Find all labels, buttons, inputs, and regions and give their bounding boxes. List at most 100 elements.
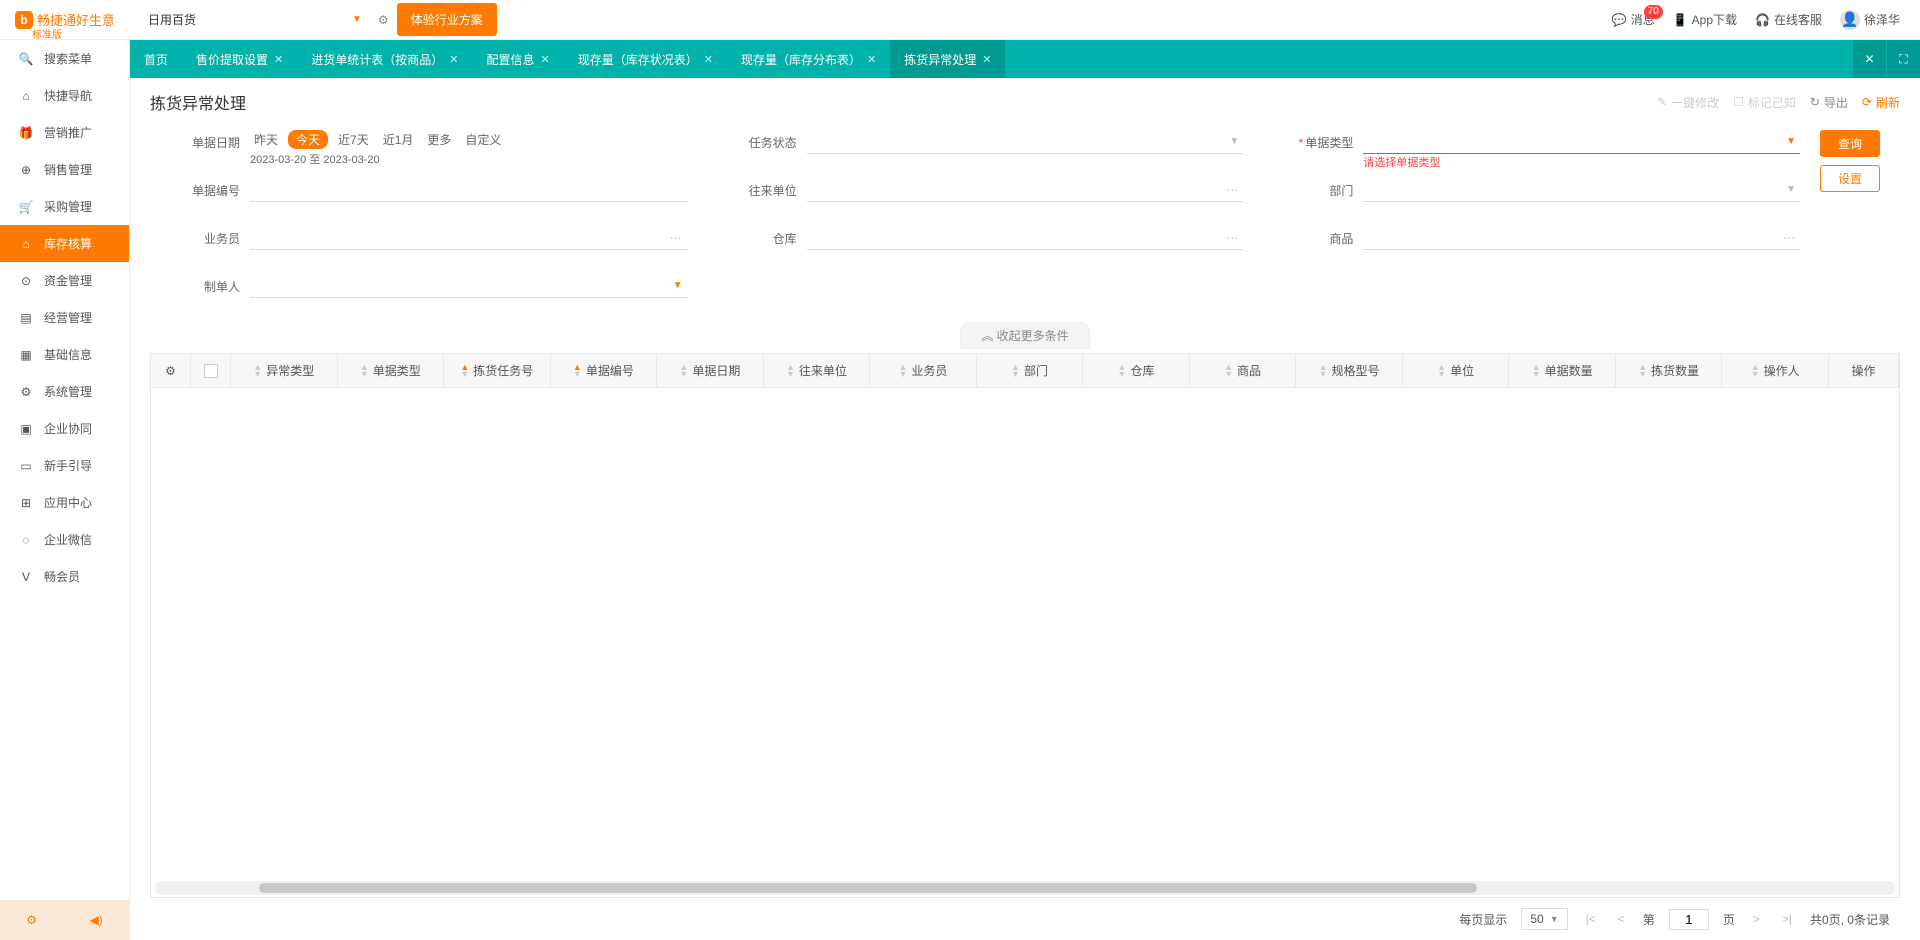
table-column-header[interactable]: 操作 bbox=[1829, 354, 1899, 387]
table-column-header[interactable]: ▲▼往来单位 bbox=[764, 354, 871, 387]
tab[interactable]: 配置信息✕ bbox=[472, 40, 563, 78]
scrollbar-thumb[interactable] bbox=[259, 883, 1477, 893]
refresh-action[interactable]: ⟳ 刷新 bbox=[1862, 94, 1900, 111]
collapse-sidebar-icon[interactable]: ◀) bbox=[90, 913, 103, 927]
filter-task-status: 任务状态 ▼ bbox=[727, 130, 1244, 170]
sidebar-item[interactable]: ⊙资金管理 bbox=[0, 262, 129, 299]
table-column-header[interactable]: ▲▼单据日期 bbox=[657, 354, 764, 387]
app-download-button[interactable]: 📱 App下载 bbox=[1673, 11, 1737, 28]
headset-icon: 🎧 bbox=[1755, 13, 1770, 27]
tabs-fullscreen[interactable]: ⛶ bbox=[1886, 40, 1920, 78]
task-status-input[interactable]: ▼ bbox=[807, 130, 1244, 154]
table-column-header[interactable]: ▲▼单位 bbox=[1403, 354, 1510, 387]
horizontal-scrollbar[interactable] bbox=[155, 881, 1895, 895]
bill-type-input[interactable]: ▼ 请选择单据类型 bbox=[1363, 130, 1800, 154]
user-menu[interactable]: 👤 徐泽华 bbox=[1840, 10, 1900, 30]
partner-input[interactable]: ⋯ bbox=[807, 178, 1244, 202]
prev-page-button[interactable]: < bbox=[1614, 912, 1629, 926]
edit-icon: ✎ bbox=[1657, 95, 1667, 109]
query-button[interactable]: 查询 bbox=[1820, 130, 1880, 157]
table-column-header[interactable]: ▲▼仓库 bbox=[1083, 354, 1190, 387]
tab[interactable]: 进货单统计表（按商品）✕ bbox=[297, 40, 472, 78]
select-all-column[interactable] bbox=[191, 354, 231, 387]
close-icon[interactable]: ✕ bbox=[449, 53, 458, 66]
sidebar-item-label: 快捷导航 bbox=[44, 87, 92, 104]
collapse-filters-button[interactable]: ︽ 收起更多条件 bbox=[960, 322, 1089, 349]
date-chip[interactable]: 近1月 bbox=[379, 130, 418, 149]
page-input[interactable] bbox=[1669, 909, 1709, 930]
batch-edit-action[interactable]: ✎ 一键修改 bbox=[1657, 94, 1719, 111]
export-action[interactable]: ↻ 导出 bbox=[1810, 94, 1848, 111]
date-chip[interactable]: 近7天 bbox=[334, 130, 373, 149]
tab[interactable]: 售价提取设置 ✕ bbox=[182, 40, 297, 78]
table-column-header[interactable]: ▲▼商品 bbox=[1190, 354, 1297, 387]
tabs-bar: 首页售价提取设置✕进货单统计表（按商品）✕配置信息✕现存量（库存状况表）✕现存量… bbox=[130, 40, 1920, 78]
date-chip[interactable]: 昨天 bbox=[250, 130, 282, 149]
bill-type-error: 请选择单据类型 bbox=[1363, 154, 1440, 170]
sidebar-item[interactable]: ⚙系统管理 bbox=[0, 373, 129, 410]
tab[interactable]: 现存量（库存分布表）✕ bbox=[727, 40, 890, 78]
goods-input[interactable]: ⋯ bbox=[1363, 226, 1800, 250]
salesman-input[interactable]: ⋯ bbox=[250, 226, 687, 250]
mark-read-action[interactable]: ☐ 标记已知 bbox=[1733, 94, 1796, 111]
tab[interactable]: 拣货异常处理✕ bbox=[890, 40, 1005, 78]
table-column-header[interactable]: ▲▼异常类型 bbox=[231, 354, 338, 387]
tenant-selector[interactable]: 日用百货 ▼ bbox=[140, 7, 370, 32]
close-icon[interactable]: ✕ bbox=[541, 53, 550, 66]
sidebar-item[interactable]: 🎁营销推广 bbox=[0, 114, 129, 151]
dept-input[interactable]: ▼ bbox=[1363, 178, 1800, 202]
date-chip[interactable]: 自定义 bbox=[461, 130, 505, 149]
table-column-header[interactable]: ▲▼规格型号 bbox=[1296, 354, 1403, 387]
sidebar-item[interactable]: ⌂库存核算 bbox=[0, 225, 129, 262]
sidebar-item[interactable]: 🛒采购管理 bbox=[0, 188, 129, 225]
try-plan-button[interactable]: 体验行业方案 bbox=[397, 3, 497, 36]
table-column-header[interactable]: ▲▼单据编号 bbox=[551, 354, 658, 387]
table-column-header[interactable]: ▲▼拣货数量 bbox=[1616, 354, 1723, 387]
more-icon: ⋯ bbox=[670, 231, 683, 245]
maker-input[interactable]: ▼ bbox=[250, 274, 687, 298]
table-column-header[interactable]: ▲▼部门 bbox=[977, 354, 1084, 387]
table-column-header[interactable]: ▲▼拣货任务号 bbox=[444, 354, 551, 387]
tenant-settings-icon[interactable]: ⚙ bbox=[378, 13, 389, 27]
sort-icon: ▲▼ bbox=[253, 364, 262, 378]
table-column-header[interactable]: ▲▼业务员 bbox=[870, 354, 977, 387]
table-settings-column[interactable]: ⚙ bbox=[151, 354, 191, 387]
table-column-header[interactable]: ▲▼操作人 bbox=[1722, 354, 1829, 387]
last-page-button[interactable]: >| bbox=[1778, 912, 1796, 926]
sidebar-item[interactable]: ▤经营管理 bbox=[0, 299, 129, 336]
sidebar-item[interactable]: V畅会员 bbox=[0, 558, 129, 595]
tabs-close-all[interactable]: ✕ bbox=[1852, 40, 1886, 78]
sidebar-item[interactable]: ◌企业微信 bbox=[0, 521, 129, 558]
sidebar-item[interactable]: ▭新手引导 bbox=[0, 447, 129, 484]
sidebar-item[interactable]: ⊕销售管理 bbox=[0, 151, 129, 188]
close-icon[interactable]: ✕ bbox=[867, 53, 876, 66]
logo[interactable]: b 畅捷通好生意 标准版 bbox=[0, 10, 130, 29]
sidebar-item[interactable]: ⌂快捷导航 bbox=[0, 77, 129, 114]
checkbox-icon[interactable] bbox=[204, 364, 218, 378]
first-page-button[interactable]: |< bbox=[1582, 912, 1600, 926]
message-button[interactable]: 💬 消息 70 bbox=[1612, 11, 1655, 28]
tab-label: 售价提取设置 bbox=[196, 51, 268, 68]
sidebar-item[interactable]: ⊞应用中心 bbox=[0, 484, 129, 521]
date-chip[interactable]: 更多 bbox=[423, 130, 455, 149]
close-icon[interactable]: ✕ bbox=[274, 53, 283, 66]
close-icon[interactable]: ✕ bbox=[982, 53, 991, 66]
sidebar-item[interactable]: 🔍搜索菜单 bbox=[0, 40, 129, 77]
nav-icon: ⊞ bbox=[18, 496, 34, 510]
next-page-button[interactable]: > bbox=[1749, 912, 1764, 926]
settings-button[interactable]: 设置 bbox=[1820, 165, 1880, 192]
bill-no-input[interactable] bbox=[250, 178, 687, 202]
per-page-select[interactable]: 50 ▼ bbox=[1521, 908, 1567, 930]
table-column-header[interactable]: ▲▼单据数量 bbox=[1509, 354, 1616, 387]
tab[interactable]: 现存量（库存状况表）✕ bbox=[564, 40, 727, 78]
sidebar-item[interactable]: ▣企业协同 bbox=[0, 410, 129, 447]
online-service-button[interactable]: 🎧 在线客服 bbox=[1755, 11, 1822, 28]
table-column-header[interactable]: ▲▼单据类型 bbox=[338, 354, 445, 387]
close-icon[interactable]: ✕ bbox=[704, 53, 713, 66]
settings-icon[interactable]: ⚙ bbox=[26, 913, 37, 927]
logo-icon: b bbox=[15, 11, 33, 29]
tab[interactable]: 首页 bbox=[130, 40, 182, 78]
date-chip[interactable]: 今天 bbox=[288, 130, 328, 149]
sidebar-item[interactable]: ▦基础信息 bbox=[0, 336, 129, 373]
warehouse-input[interactable]: ⋯ bbox=[807, 226, 1244, 250]
